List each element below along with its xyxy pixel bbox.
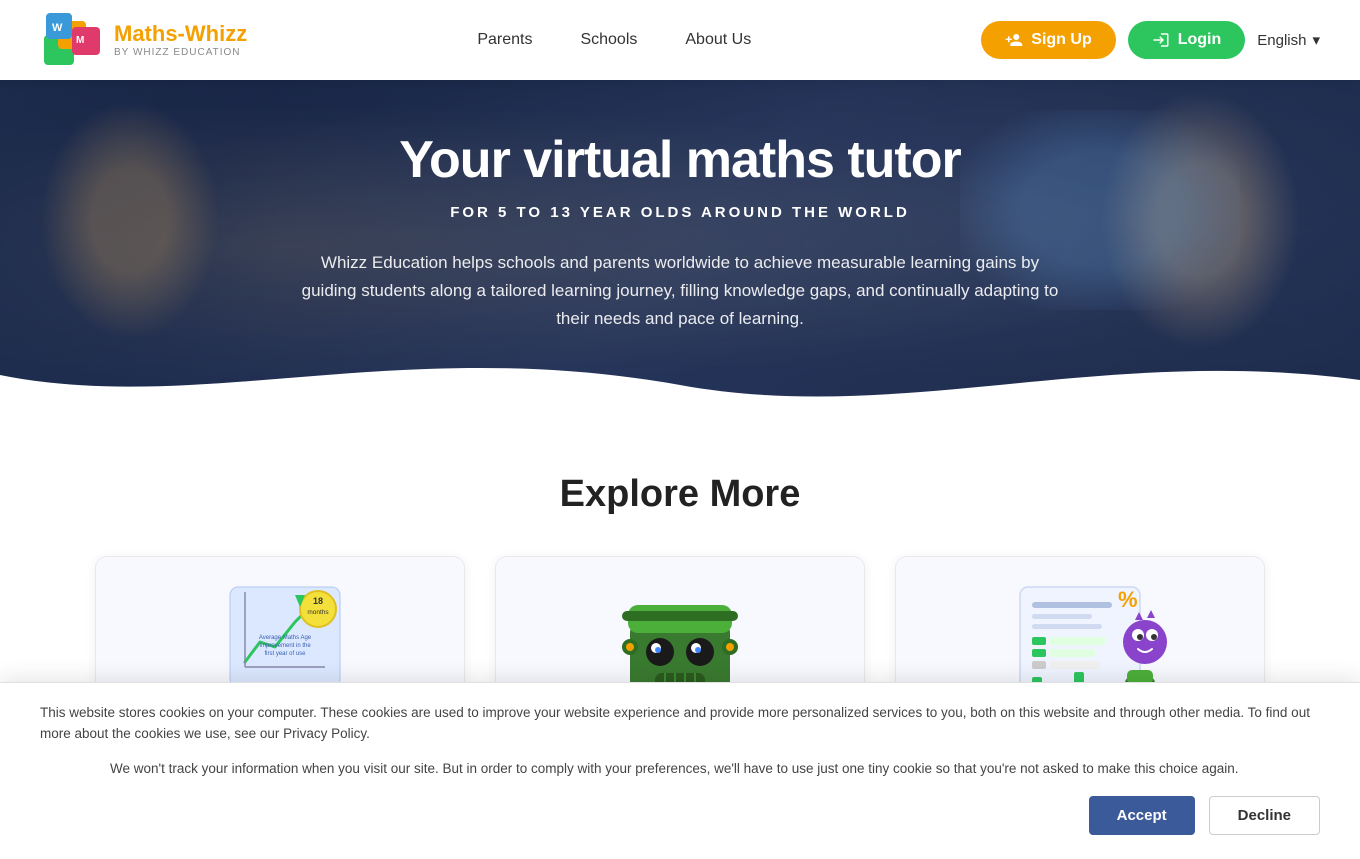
login-button[interactable]: Login — [1128, 21, 1246, 59]
nav-schools[interactable]: Schools — [560, 23, 657, 57]
svg-text:%: % — [1118, 587, 1138, 612]
svg-text:first year of use: first year of use — [264, 651, 306, 657]
logo-tagline: by whizz EDUCATION — [114, 47, 247, 58]
language-selector[interactable]: English ▾ — [1257, 31, 1320, 49]
hero-subtitle: FOR 5 TO 13 YEAR OLDS AROUND THE WORLD — [300, 204, 1060, 221]
cookie-decline-button[interactable]: Decline — [1209, 796, 1320, 835]
svg-text:M: M — [76, 35, 84, 46]
nav-links: Parents Schools About Us — [457, 23, 771, 57]
cookie-accept-button[interactable]: Accept — [1089, 796, 1195, 835]
cookie-main-text: This website stores cookies on your comp… — [40, 703, 1320, 745]
hero-description: Whizz Education helps schools and parent… — [300, 249, 1060, 333]
cookie-secondary-text: We won't track your information when you… — [110, 759, 1320, 780]
language-label: English — [1257, 32, 1306, 49]
chevron-down-icon: ▾ — [1312, 31, 1320, 49]
hero-wave — [0, 335, 1360, 413]
explore-title: Explore More — [60, 473, 1300, 516]
logo-brand: Maths-Whizz — [114, 22, 247, 46]
svg-text:Improvement in the: Improvement in the — [259, 643, 311, 649]
nav-parents[interactable]: Parents — [457, 23, 552, 57]
hero-title: Your virtual maths tutor — [300, 130, 1060, 190]
svg-text:months: months — [307, 609, 329, 616]
cookie-consent-bar: This website stores cookies on your comp… — [0, 682, 1360, 859]
svg-text:18: 18 — [313, 596, 323, 606]
login-icon — [1152, 31, 1170, 49]
nav-about-us[interactable]: About Us — [665, 23, 771, 57]
person-add-icon — [1005, 31, 1023, 49]
cookie-buttons: Accept Decline — [40, 796, 1320, 835]
nav-actions: Sign Up Login English ▾ — [981, 21, 1320, 59]
hero-section: Your virtual maths tutor FOR 5 TO 13 YEA… — [0, 80, 1360, 413]
svg-text:W: W — [52, 22, 63, 34]
signup-button[interactable]: Sign Up — [981, 21, 1115, 59]
logo[interactable]: W M Maths-Whizz by whizz EDUCATION — [40, 5, 247, 75]
svg-text:Average Maths Age: Average Maths Age — [259, 635, 312, 641]
navbar: W M Maths-Whizz by whizz EDUCATION Paren… — [0, 0, 1360, 80]
